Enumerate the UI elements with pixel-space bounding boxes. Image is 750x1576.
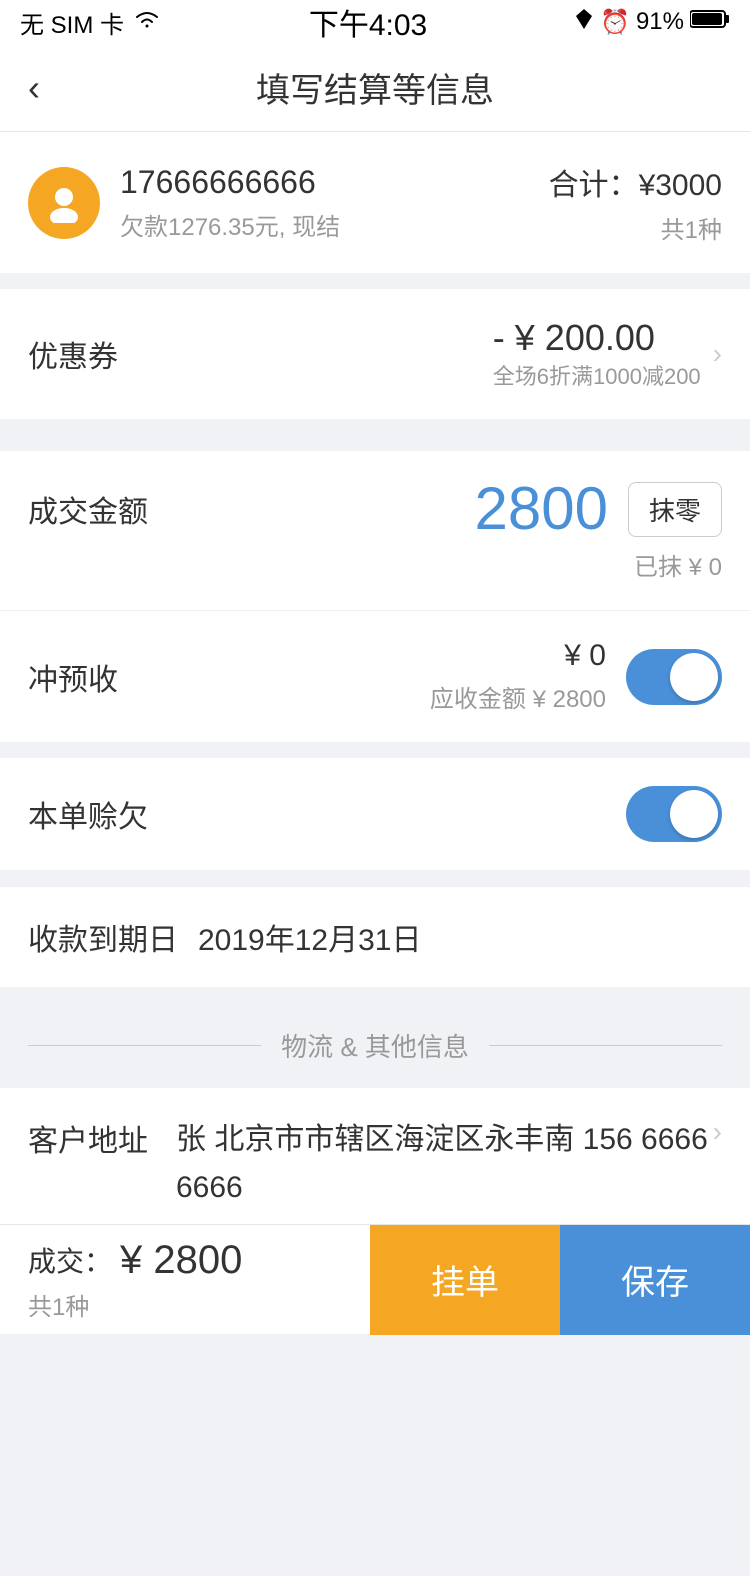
coupon-label: 优惠券 <box>28 332 118 376</box>
alarm-icon: ⏰ <box>600 8 630 37</box>
wifi-icon <box>132 8 162 37</box>
total-amount: 合计：¥3000 <box>549 160 722 204</box>
credit-toggle-knob <box>670 790 718 838</box>
duedate-row: 收款到期日 2019年12月31日 <box>28 915 722 959</box>
prereceive-value: ¥ 0 <box>430 639 606 673</box>
section-gap-2 <box>0 742 750 758</box>
chevron-right-icon: › <box>713 338 722 370</box>
logistics-title: 物流 & 其他信息 <box>281 1027 469 1064</box>
no-sim-text: 无 SIM 卡 <box>20 5 124 40</box>
location-icon <box>574 8 594 37</box>
bottom-summary: 成交： ¥ 2800 共1种 <box>0 1238 370 1322</box>
coupon-info: - ¥ 200.00 全场6折满1000减200 <box>493 317 701 391</box>
prereceive-right: ¥ 0 应收金额 ¥ 2800 <box>430 639 722 714</box>
prereceive-amount: ¥ 0 应收金额 ¥ 2800 <box>430 639 606 714</box>
address-chevron-icon: › <box>713 1116 722 1148</box>
address-label: 客户地址 <box>28 1116 148 1160</box>
avatar <box>28 167 100 239</box>
logistics-line-left <box>28 1045 261 1046</box>
customer-debt: 欠款1276.35元, 现结 <box>120 207 340 242</box>
deal-amount-section: 成交金额 2800 抹零 已抹 ¥ 0 <box>0 451 750 610</box>
duedate-section: 收款到期日 2019年12月31日 <box>0 886 750 987</box>
address-value: 张 北京市市辖区海淀区永丰南 156 6666 6666 <box>176 1116 713 1212</box>
deal-sub: 已抹 ¥ 0 <box>28 547 722 582</box>
deal-right: 2800 抹零 <box>475 479 723 539</box>
deal-amount-value: 2800 <box>475 479 608 539</box>
coupon-right: - ¥ 200.00 全场6折满1000减200 › <box>493 317 722 391</box>
customer-left: 17666666666 欠款1276.35元, 现结 <box>28 164 340 242</box>
logistics-line-right <box>489 1045 722 1046</box>
coupon-amount: - ¥ 200.00 <box>493 317 701 359</box>
prereceive-row: 冲预收 ¥ 0 应收金额 ¥ 2800 <box>28 639 722 714</box>
customer-section: 17666666666 欠款1276.35元, 现结 合计：¥3000 共1种 <box>0 132 750 273</box>
customer-phone: 17666666666 <box>120 164 340 201</box>
prereceive-sub: 应收金额 ¥ 2800 <box>430 679 606 714</box>
status-left: 无 SIM 卡 <box>20 5 162 40</box>
prereceive-toggle[interactable] <box>626 649 722 705</box>
coupon-section[interactable]: 优惠券 - ¥ 200.00 全场6折满1000减200 › <box>0 289 750 419</box>
credit-section: 本单赊欠 <box>0 758 750 870</box>
credit-label: 本单赊欠 <box>28 792 148 836</box>
status-time: 下午4:03 <box>309 0 427 44</box>
bottom-deal-label: 成交： <box>28 1240 112 1280</box>
prereceive-label: 冲预收 <box>28 655 118 699</box>
pending-button[interactable]: 挂单 <box>370 1225 560 1335</box>
credit-toggle[interactable] <box>626 786 722 842</box>
address-section[interactable]: 客户地址 张 北京市市辖区海淀区永丰南 156 6666 6666 › <box>0 1088 750 1240</box>
bottom-deal-row: 成交： ¥ 2800 <box>28 1238 342 1283</box>
toggle-knob <box>670 653 718 701</box>
page-title: 填写结算等信息 <box>256 63 494 112</box>
battery-icon <box>690 8 730 36</box>
customer-info: 17666666666 欠款1276.35元, 现结 <box>120 164 340 242</box>
customer-total: 合计：¥3000 共1种 <box>549 160 722 245</box>
section-gap-1 <box>0 435 750 451</box>
content-area: 17666666666 欠款1276.35元, 现结 合计：¥3000 共1种 … <box>0 132 750 1576</box>
status-right: ⏰ 91% <box>574 8 730 37</box>
bottom-count: 共1种 <box>28 1287 342 1322</box>
deal-row: 成交金额 2800 抹零 <box>28 479 722 539</box>
duedate-value: 2019年12月31日 <box>198 915 421 959</box>
total-value: ¥3000 <box>639 169 722 202</box>
bottom-bar: 成交： ¥ 2800 共1种 挂单 保存 <box>0 1224 750 1334</box>
battery-text: 91% <box>636 8 684 36</box>
logistics-header: 物流 & 其他信息 <box>0 1003 750 1088</box>
bottom-deal-amount: ¥ 2800 <box>120 1238 242 1283</box>
section-gap-3 <box>0 987 750 1003</box>
prereceive-section: 冲预收 ¥ 0 应收金额 ¥ 2800 <box>0 610 750 742</box>
nav-bar: ‹ 填写结算等信息 <box>0 44 750 132</box>
save-button[interactable]: 保存 <box>560 1225 750 1335</box>
coupon-desc: 全场6折满1000减200 <box>493 359 701 391</box>
total-label: 合计： <box>549 169 639 202</box>
status-bar: 无 SIM 卡 下午4:03 ⏰ 91% <box>0 0 750 44</box>
total-count: 共1种 <box>549 210 722 245</box>
duedate-label: 收款到期日 <box>28 915 178 959</box>
deal-label: 成交金额 <box>28 487 148 531</box>
back-button[interactable]: ‹ <box>28 67 40 109</box>
round-down-button[interactable]: 抹零 <box>628 482 722 537</box>
